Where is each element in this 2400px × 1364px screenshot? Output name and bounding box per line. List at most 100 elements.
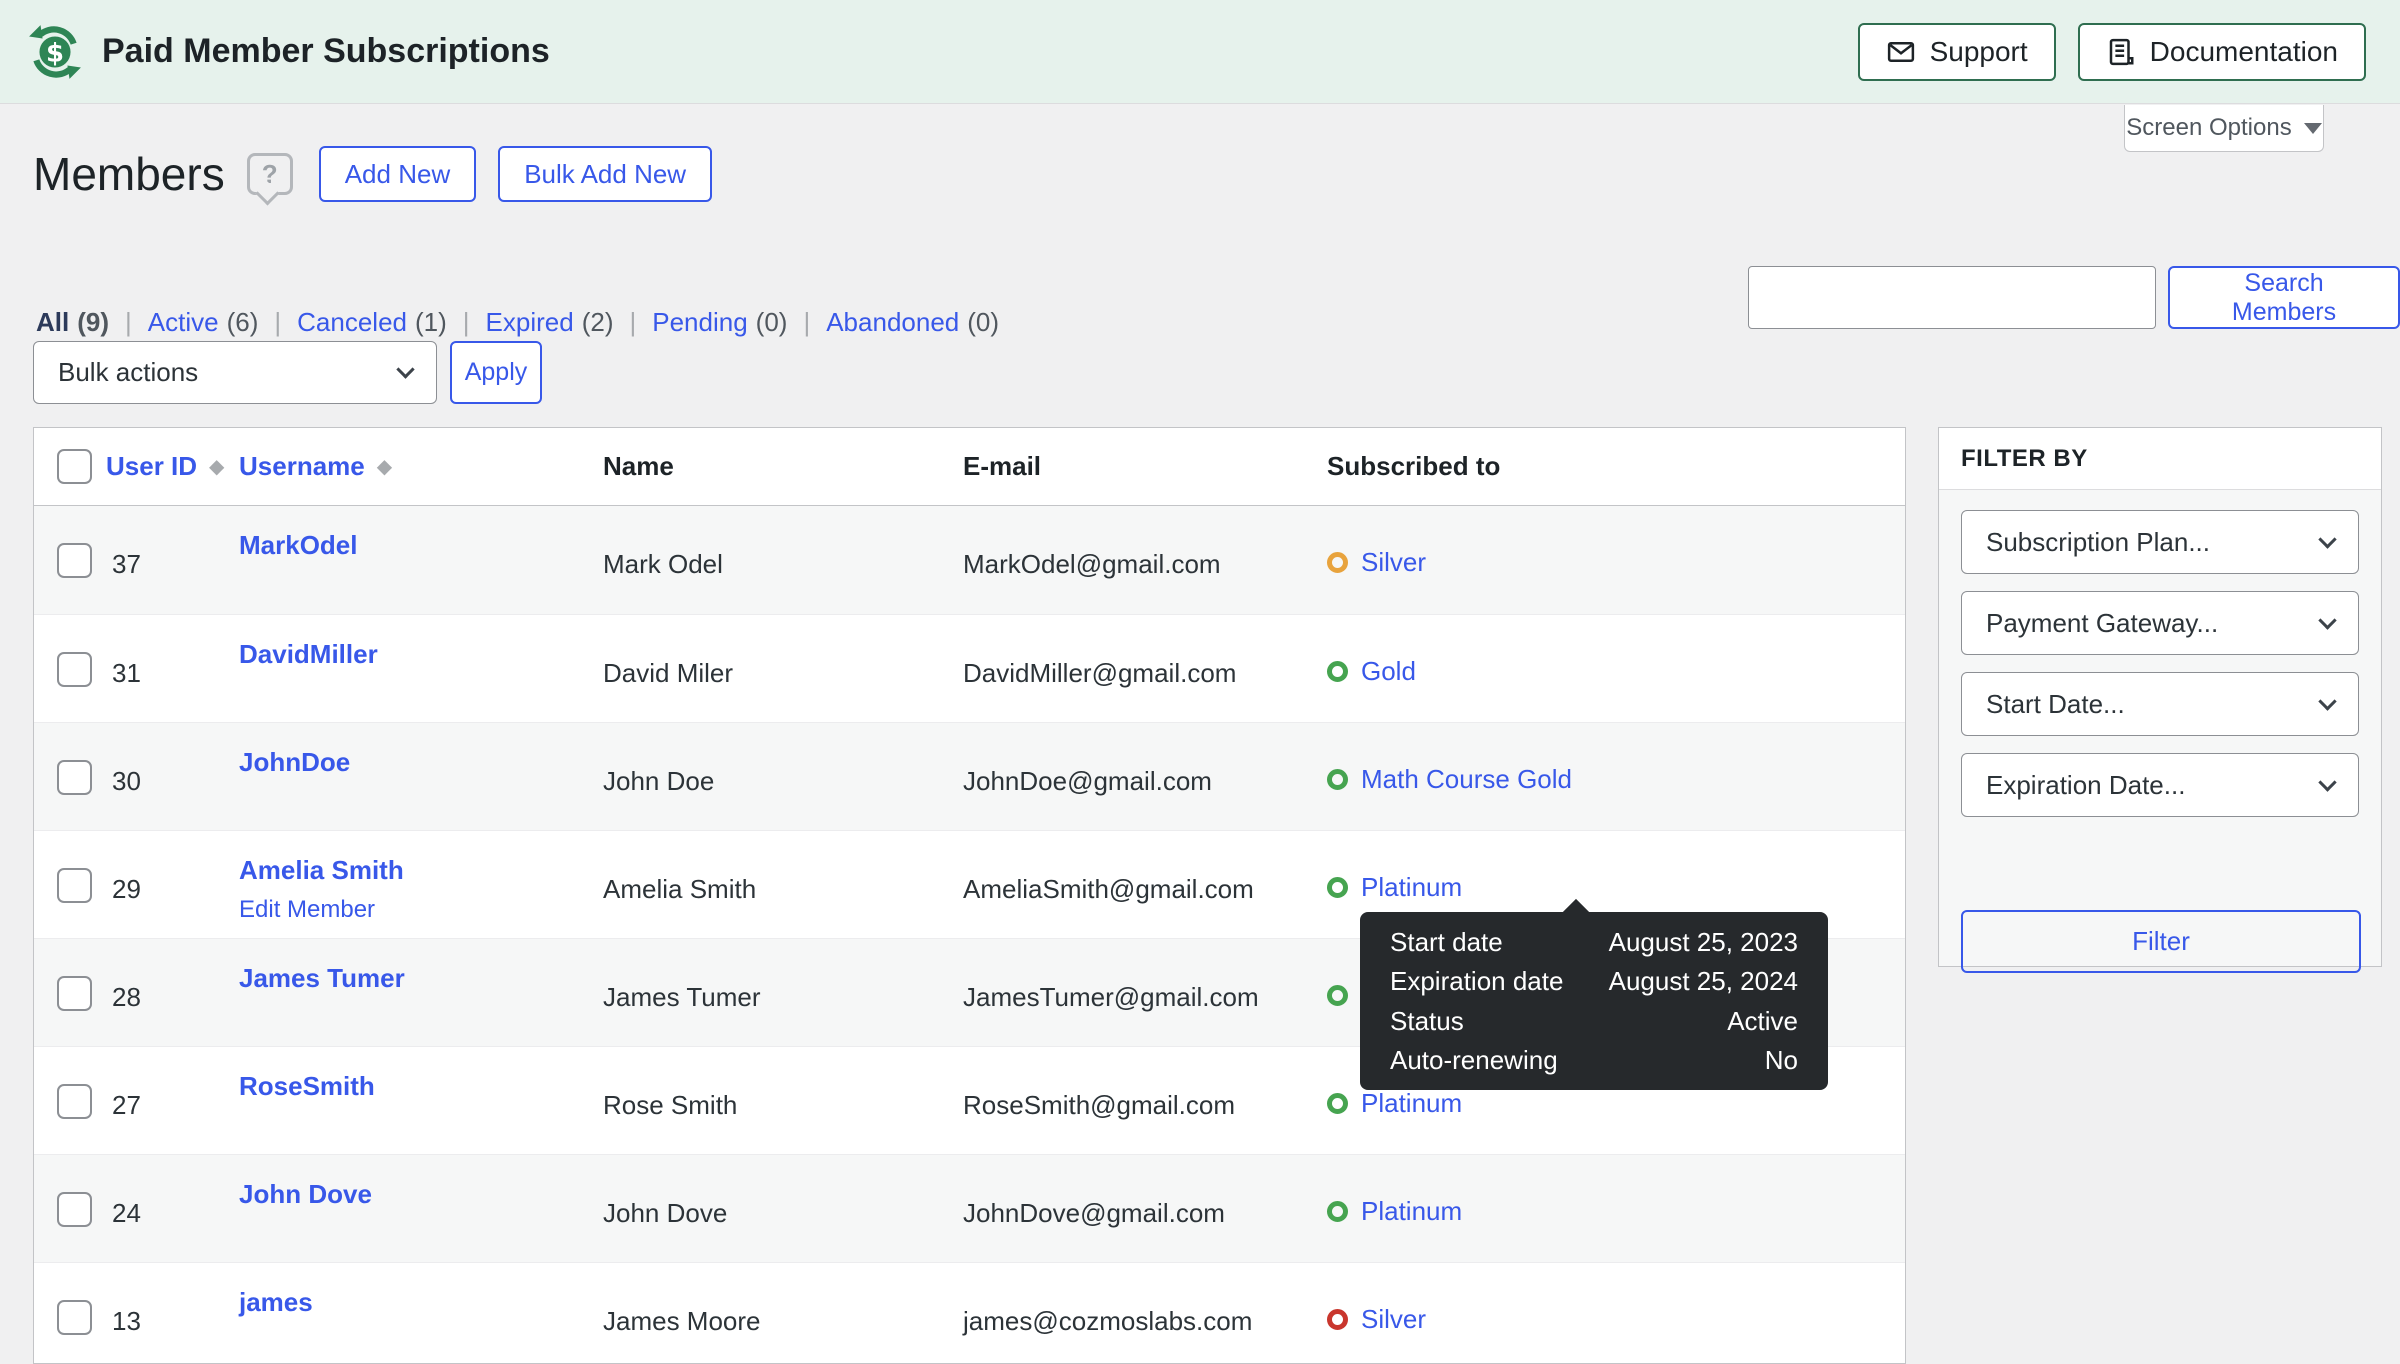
- status-filter-item: Canceled (1) |: [297, 307, 485, 337]
- search-input[interactable]: [1748, 266, 2156, 329]
- username-link[interactable]: JohnDoe: [239, 748, 603, 776]
- email-cell: JohnDove@gmail.com: [963, 1155, 1327, 1262]
- status-filter-item: Active (6) |: [148, 307, 297, 337]
- search-members-button[interactable]: Search Members: [2168, 266, 2400, 329]
- user-id-cell: 27: [106, 1047, 239, 1154]
- table-row: 24 John Dove John Dove JohnDove@gmail.co…: [34, 1154, 1905, 1262]
- table-row: 30 JohnDoe John Doe JohnDoe@gmail.com Ma…: [34, 722, 1905, 830]
- row-checkbox[interactable]: [57, 868, 92, 903]
- status-filter-count: (6): [226, 307, 259, 337]
- documentation-button[interactable]: Documentation: [2077, 22, 2366, 81]
- status-filter-link[interactable]: Pending (0): [652, 307, 787, 337]
- chevron-down-icon: [2318, 772, 2337, 792]
- documentation-button-label: Documentation: [2149, 35, 2338, 67]
- email-cell: RoseSmith@gmail.com: [963, 1047, 1327, 1154]
- user-id-cell: 24: [106, 1155, 239, 1262]
- page-title: Members: [33, 148, 225, 200]
- subscription-plan-link[interactable]: Platinum: [1361, 1197, 1462, 1225]
- tooltip-label: Expiration date: [1390, 966, 1564, 997]
- subscription-status-ring-icon: [1327, 1200, 1348, 1222]
- column-header: Name: [603, 451, 963, 482]
- row-checkbox[interactable]: [57, 1300, 92, 1335]
- subscription-plan-link[interactable]: Platinum: [1361, 1089, 1462, 1117]
- filter-select[interactable]: Expiration Date...: [1961, 753, 2359, 817]
- row-checkbox[interactable]: [57, 543, 92, 578]
- user-id-cell: 31: [106, 615, 239, 722]
- row-checkbox[interactable]: [57, 1192, 92, 1227]
- subscription-plan-link[interactable]: Platinum: [1361, 873, 1462, 901]
- subscription-status-ring-icon: [1327, 984, 1348, 1006]
- user-id-value: 29: [112, 874, 141, 904]
- filter-select[interactable]: Start Date...: [1961, 672, 2359, 736]
- name-cell: James Moore: [603, 1263, 963, 1364]
- username-link[interactable]: James Tumer: [239, 964, 603, 992]
- subscription-plan-link[interactable]: Silver: [1361, 1305, 1426, 1333]
- row-checkbox[interactable]: [57, 1084, 92, 1119]
- row-checkbox-cell: [34, 831, 106, 938]
- status-filter-count: (2): [581, 307, 614, 337]
- column-header[interactable]: User ID ◆: [106, 451, 239, 482]
- bulk-actions-select[interactable]: Bulk actions: [33, 341, 437, 404]
- email-value: james@cozmoslabs.com: [963, 1306, 1253, 1336]
- subscription-status-ring-icon: [1327, 768, 1348, 790]
- row-checkbox[interactable]: [57, 976, 92, 1011]
- status-filter-link[interactable]: Active (6): [148, 307, 259, 337]
- apply-button[interactable]: Apply: [450, 341, 542, 404]
- status-filter-link[interactable]: Expired (2): [486, 307, 614, 337]
- tooltip-value: Active: [1727, 1005, 1798, 1036]
- username-link[interactable]: james: [239, 1288, 603, 1316]
- status-filter-separator: |: [803, 307, 811, 337]
- add-new-button[interactable]: Add New: [318, 146, 477, 202]
- column-header[interactable]: Username ◆: [239, 451, 603, 482]
- username-link[interactable]: MarkOdel: [239, 531, 603, 559]
- tooltip-row: Auto-renewing No: [1390, 1045, 1798, 1075]
- subscription-status-ring-icon: [1327, 876, 1348, 898]
- username-cell: DavidMiller: [239, 615, 603, 722]
- name-cell: Amelia Smith: [603, 831, 963, 938]
- username-link[interactable]: John Dove: [239, 1180, 603, 1208]
- status-filter-link[interactable]: All (9): [36, 307, 109, 337]
- help-icon[interactable]: ?: [246, 153, 293, 195]
- subscription-plan-link[interactable]: Gold: [1361, 657, 1416, 685]
- edit-member-link[interactable]: Edit Member: [239, 897, 603, 923]
- username-cell: james: [239, 1263, 603, 1364]
- filter-select-value: Expiration Date...: [1986, 769, 2186, 800]
- bulk-add-new-button[interactable]: Bulk Add New: [498, 146, 713, 202]
- filter-select[interactable]: Subscription Plan...: [1961, 510, 2359, 574]
- email-value: JohnDove@gmail.com: [963, 1198, 1225, 1228]
- filter-select[interactable]: Payment Gateway...: [1961, 591, 2359, 655]
- support-button[interactable]: Support: [1857, 22, 2056, 81]
- row-checkbox-cell: [34, 1047, 106, 1154]
- header-checkbox-cell: [34, 449, 106, 484]
- user-id-value: 30: [112, 766, 141, 796]
- row-checkbox[interactable]: [57, 652, 92, 687]
- subscription-plan-link[interactable]: Math Course Gold: [1361, 765, 1572, 793]
- username-link[interactable]: Amelia Smith: [239, 856, 603, 884]
- email-value: JohnDoe@gmail.com: [963, 766, 1212, 796]
- status-filter-count: (0): [755, 307, 788, 337]
- filter-select-value: Payment Gateway...: [1986, 607, 2219, 638]
- plugin-title: Paid Member Subscriptions: [102, 32, 550, 70]
- tooltip-label: Start date: [1390, 927, 1503, 958]
- tooltip-label: Status: [1390, 1005, 1464, 1036]
- email-value: DavidMiller@gmail.com: [963, 658, 1237, 688]
- select-all-checkbox[interactable]: [57, 449, 92, 484]
- subscribed-to-cell: Platinum: [1327, 1155, 1905, 1262]
- name-cell: Rose Smith: [603, 1047, 963, 1154]
- filter-button[interactable]: Filter: [1961, 910, 2361, 973]
- subscription-plan-link[interactable]: Silver: [1361, 548, 1426, 576]
- column-header-label: E-mail: [963, 451, 1042, 481]
- table-row: 13 james James Moore james@cozmoslabs.co…: [34, 1262, 1905, 1364]
- name-value: Mark Odel: [603, 549, 723, 579]
- email-value: JamesTumer@gmail.com: [963, 982, 1259, 1012]
- subscribed-to-cell: Silver: [1327, 1263, 1905, 1364]
- name-cell: John Dove: [603, 1155, 963, 1262]
- status-filter-link[interactable]: Abandoned (0): [826, 307, 999, 337]
- row-checkbox[interactable]: [57, 760, 92, 795]
- username-link[interactable]: RoseSmith: [239, 1072, 603, 1100]
- screen-options-button[interactable]: Screen Options: [2124, 105, 2324, 152]
- table-header-row: User ID ◆ Username ◆ Name E-mail Subscribed to: [34, 428, 1905, 506]
- status-filter-link[interactable]: Canceled (1): [297, 307, 447, 337]
- user-id-cell: 13: [106, 1263, 239, 1364]
- username-link[interactable]: DavidMiller: [239, 640, 603, 668]
